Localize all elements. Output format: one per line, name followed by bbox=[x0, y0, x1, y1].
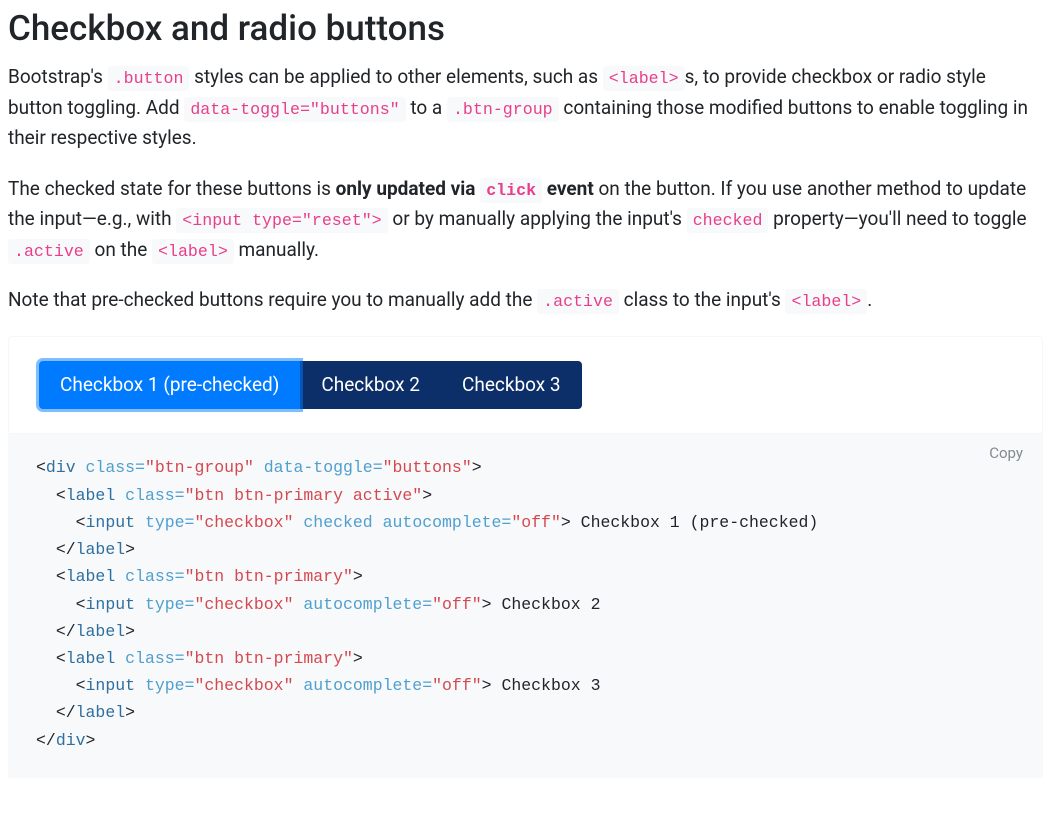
checkbox-label-2: Checkbox 2 bbox=[321, 373, 420, 396]
copy-button[interactable]: Copy bbox=[989, 444, 1023, 462]
checkbox-button-3[interactable]: Checkbox 3 bbox=[441, 361, 582, 410]
code-input-reset: <input type="reset"> bbox=[176, 208, 387, 233]
code-label-tag: <label> bbox=[152, 239, 234, 264]
text: on the bbox=[90, 238, 152, 261]
code-checked: checked bbox=[687, 208, 769, 233]
button-group: Checkbox 1 (pre-checked) Checkbox 2 Chec… bbox=[39, 361, 582, 410]
code-click: click bbox=[480, 178, 542, 203]
code-button: .button bbox=[108, 66, 190, 91]
example-container: Checkbox 1 (pre-checked) Checkbox 2 Chec… bbox=[8, 336, 1043, 435]
text: styles can be applied to other elements,… bbox=[189, 65, 602, 88]
code-active: .active bbox=[537, 289, 619, 314]
code-active: .active bbox=[8, 239, 90, 264]
text: The checked state for these buttons is bbox=[8, 177, 336, 200]
code-btn-group: .btn-group bbox=[447, 97, 559, 122]
text: to a bbox=[406, 96, 447, 119]
code-data-toggle: data-toggle="buttons" bbox=[184, 97, 405, 122]
code-label-tag: <label> bbox=[785, 289, 867, 314]
text: . bbox=[867, 288, 872, 311]
text: property—you'll need to toggle bbox=[768, 207, 1026, 230]
code-block: <div class="btn-group" data-toggle="butt… bbox=[36, 454, 1015, 753]
checkbox-button-2[interactable]: Checkbox 2 bbox=[300, 361, 441, 410]
text: or by manually applying the input's bbox=[388, 207, 687, 230]
paragraph-2: The checked state for these buttons is o… bbox=[8, 174, 1043, 266]
text: class to the input's bbox=[619, 288, 786, 311]
text: Bootstrap's bbox=[8, 65, 108, 88]
code-example-container: Copy <div class="btn-group" data-toggle=… bbox=[8, 434, 1043, 777]
text: Note that pre-checked buttons require yo… bbox=[8, 288, 537, 311]
paragraph-3: Note that pre-checked buttons require yo… bbox=[8, 285, 1043, 316]
checkbox-button-1[interactable]: Checkbox 1 (pre-checked) bbox=[39, 361, 300, 410]
bold-text: only updated via click event bbox=[336, 177, 594, 200]
checkbox-label-1: Checkbox 1 (pre-checked) bbox=[60, 373, 279, 396]
section-heading: Checkbox and radio buttons bbox=[8, 8, 1043, 50]
code-label-tag: <label> bbox=[603, 66, 685, 91]
checkbox-label-3: Checkbox 3 bbox=[462, 373, 561, 396]
text: manually. bbox=[234, 238, 319, 261]
paragraph-1: Bootstrap's .button styles can be applie… bbox=[8, 62, 1043, 154]
